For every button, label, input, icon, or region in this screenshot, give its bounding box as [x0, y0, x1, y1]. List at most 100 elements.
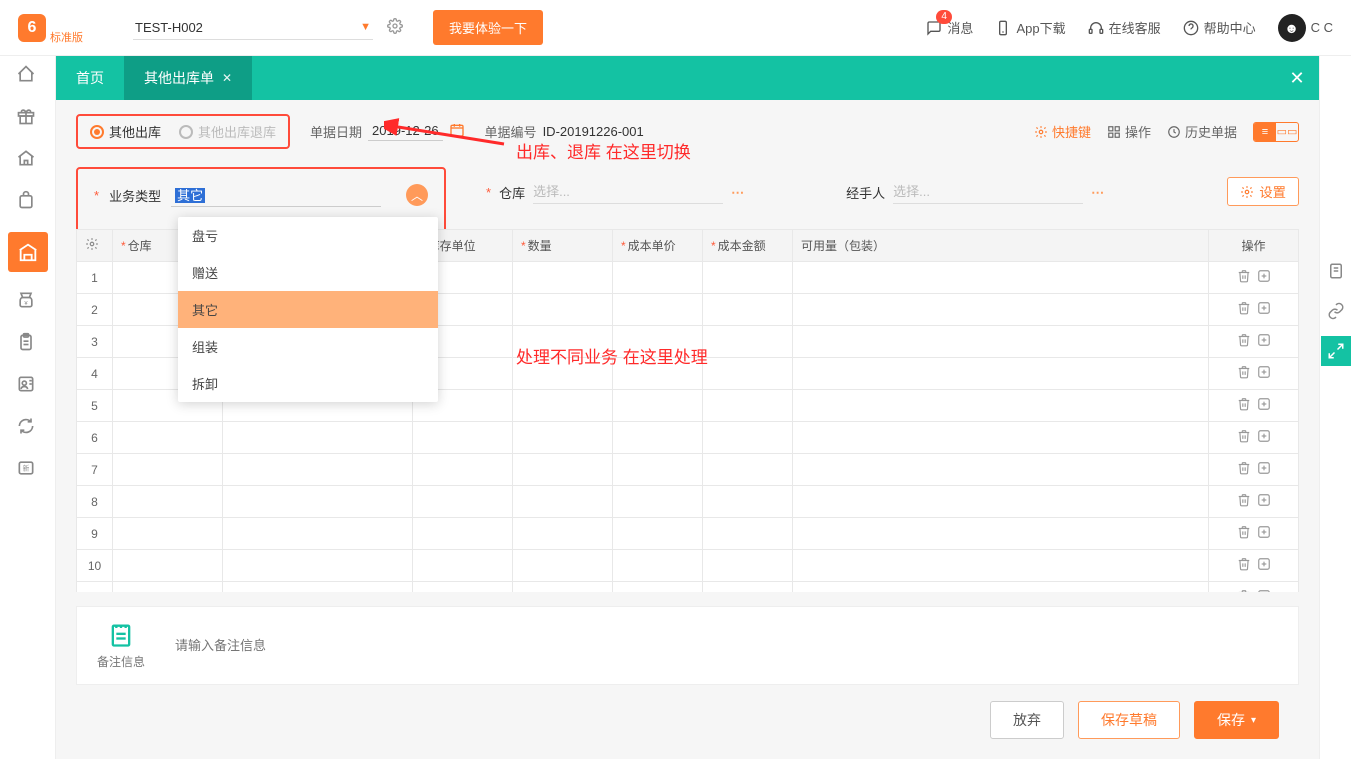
nav-gift-icon[interactable]: [16, 106, 40, 130]
add-icon[interactable]: [1257, 560, 1271, 574]
tab-current-label: 其他出库单: [144, 68, 214, 88]
annotation-switch: 出库、退库 在这里切换: [516, 138, 691, 163]
row-index: 4: [77, 358, 113, 390]
project-select[interactable]: TEST-H002 ▼: [133, 16, 373, 40]
app-download-link[interactable]: App下载: [995, 18, 1065, 37]
dd-item-zuzhuang[interactable]: 组装: [178, 328, 438, 365]
delete-icon[interactable]: [1237, 464, 1251, 478]
nav-house-icon[interactable]: [16, 148, 40, 172]
col-avail: 可用量（包装）: [793, 230, 1209, 262]
customer-service-link[interactable]: 在线客服: [1088, 18, 1161, 37]
add-icon[interactable]: [1257, 400, 1271, 414]
row-ops: [1209, 294, 1299, 326]
col-gear[interactable]: [77, 230, 113, 262]
rail-note-icon[interactable]: [1321, 256, 1351, 286]
help-link[interactable]: 帮助中心: [1183, 18, 1256, 37]
add-icon[interactable]: [1257, 272, 1271, 286]
remark-input[interactable]: [169, 632, 1278, 659]
nav-bag-icon[interactable]: [16, 190, 40, 214]
list-view-icon[interactable]: ≡: [1254, 123, 1276, 141]
table-row[interactable]: 10: [77, 550, 1299, 582]
header-right: 4 消息 App下载 在线客服 帮助中心 ☻ C C: [926, 14, 1333, 42]
hotkey-link[interactable]: 快捷键: [1034, 122, 1091, 141]
chevron-up-icon[interactable]: ︿: [406, 184, 428, 206]
mode-radio-group: 其他出库 其他出库退库: [76, 114, 290, 149]
save-button[interactable]: 保存 ▾: [1194, 701, 1279, 739]
doc-date-label: 单据日期: [310, 122, 362, 141]
nav-new-icon[interactable]: 新: [16, 458, 40, 482]
handler-field: 经手人 选择... ⋯: [846, 181, 1106, 204]
history-link[interactable]: 历史单据: [1167, 122, 1237, 141]
tab-home[interactable]: 首页: [56, 56, 124, 100]
business-type-input[interactable]: 其它: [171, 183, 381, 207]
nav-home-icon[interactable]: [16, 64, 40, 88]
dd-item-chaixie[interactable]: 拆卸: [178, 365, 438, 402]
rail-link-icon[interactable]: [1321, 296, 1351, 326]
nav-contact-icon[interactable]: [16, 374, 40, 398]
calendar-icon[interactable]: [449, 122, 465, 141]
tab-current[interactable]: 其他出库单 ✕: [124, 56, 252, 100]
doc-date-value[interactable]: 2019-12-26: [368, 123, 443, 141]
row-ops: [1209, 518, 1299, 550]
headset-icon: [1088, 20, 1104, 36]
messages-link[interactable]: 4 消息: [926, 18, 973, 37]
rail-expand-icon[interactable]: [1321, 336, 1351, 366]
save-label: 保存: [1217, 710, 1245, 730]
delete-icon[interactable]: [1237, 272, 1251, 286]
dd-item-zengsong[interactable]: 赠送: [178, 254, 438, 291]
add-icon[interactable]: [1257, 336, 1271, 350]
delete-icon[interactable]: [1237, 528, 1251, 542]
project-name: TEST-H002: [135, 20, 203, 35]
warehouse-label: 仓库: [499, 183, 525, 202]
radio-outbound[interactable]: 其他出库: [90, 122, 161, 141]
delete-icon[interactable]: [1237, 432, 1251, 446]
more-icon[interactable]: ⋯: [1091, 185, 1106, 201]
try-button[interactable]: 我要体验一下: [433, 10, 543, 45]
delete-icon[interactable]: [1237, 336, 1251, 350]
delete-icon[interactable]: [1237, 496, 1251, 510]
gear-icon[interactable]: [387, 18, 403, 37]
nav-warehouse-icon[interactable]: [8, 232, 48, 272]
delete-icon[interactable]: [1237, 400, 1251, 414]
more-icon[interactable]: ⋯: [731, 185, 746, 201]
delete-icon[interactable]: [1237, 560, 1251, 574]
required-star: *: [94, 188, 99, 203]
tabs-close-all[interactable]: ✕: [1275, 56, 1319, 100]
radio-return[interactable]: 其他出库退库: [179, 122, 276, 141]
view-toggle[interactable]: ≡ ▭▭: [1253, 122, 1299, 142]
table-row[interactable]: 6: [77, 422, 1299, 454]
add-icon[interactable]: [1257, 528, 1271, 542]
table-row[interactable]: 9: [77, 518, 1299, 550]
dd-item-qita[interactable]: 其它: [178, 291, 438, 328]
handler-input[interactable]: 选择...: [893, 181, 1083, 204]
delete-icon[interactable]: [1237, 304, 1251, 318]
discard-button[interactable]: 放弃: [990, 701, 1064, 739]
card-view-icon[interactable]: ▭▭: [1276, 123, 1298, 141]
left-nav: ¥ 新: [0, 56, 56, 759]
nav-clipboard-icon[interactable]: [16, 332, 40, 356]
add-icon[interactable]: [1257, 304, 1271, 318]
save-draft-button[interactable]: 保存草稿: [1078, 701, 1180, 739]
ops-link[interactable]: 操作: [1107, 122, 1151, 141]
table-row[interactable]: 7: [77, 454, 1299, 486]
add-icon[interactable]: [1257, 496, 1271, 510]
nav-money-icon[interactable]: ¥: [16, 290, 40, 314]
user-menu[interactable]: ☻ C C: [1278, 14, 1333, 42]
business-type-label: 业务类型: [109, 186, 161, 205]
add-icon[interactable]: [1257, 464, 1271, 478]
tab-home-label: 首页: [76, 68, 104, 88]
help-icon: [1183, 20, 1199, 36]
dd-item-pankui[interactable]: 盘亏: [178, 217, 438, 254]
add-icon[interactable]: [1257, 432, 1271, 446]
warehouse-input[interactable]: 选择...: [533, 181, 723, 204]
add-icon[interactable]: [1257, 368, 1271, 382]
nav-refresh-icon[interactable]: [16, 416, 40, 440]
delete-icon[interactable]: [1237, 368, 1251, 382]
warehouse-field: * 仓库 选择... ⋯: [486, 181, 746, 204]
ops-label: 操作: [1125, 122, 1151, 141]
table-row[interactable]: 11: [77, 582, 1299, 593]
settings-button[interactable]: 设置: [1227, 177, 1299, 206]
gear-icon: [1240, 185, 1254, 199]
close-icon[interactable]: ✕: [222, 71, 232, 85]
table-row[interactable]: 8: [77, 486, 1299, 518]
